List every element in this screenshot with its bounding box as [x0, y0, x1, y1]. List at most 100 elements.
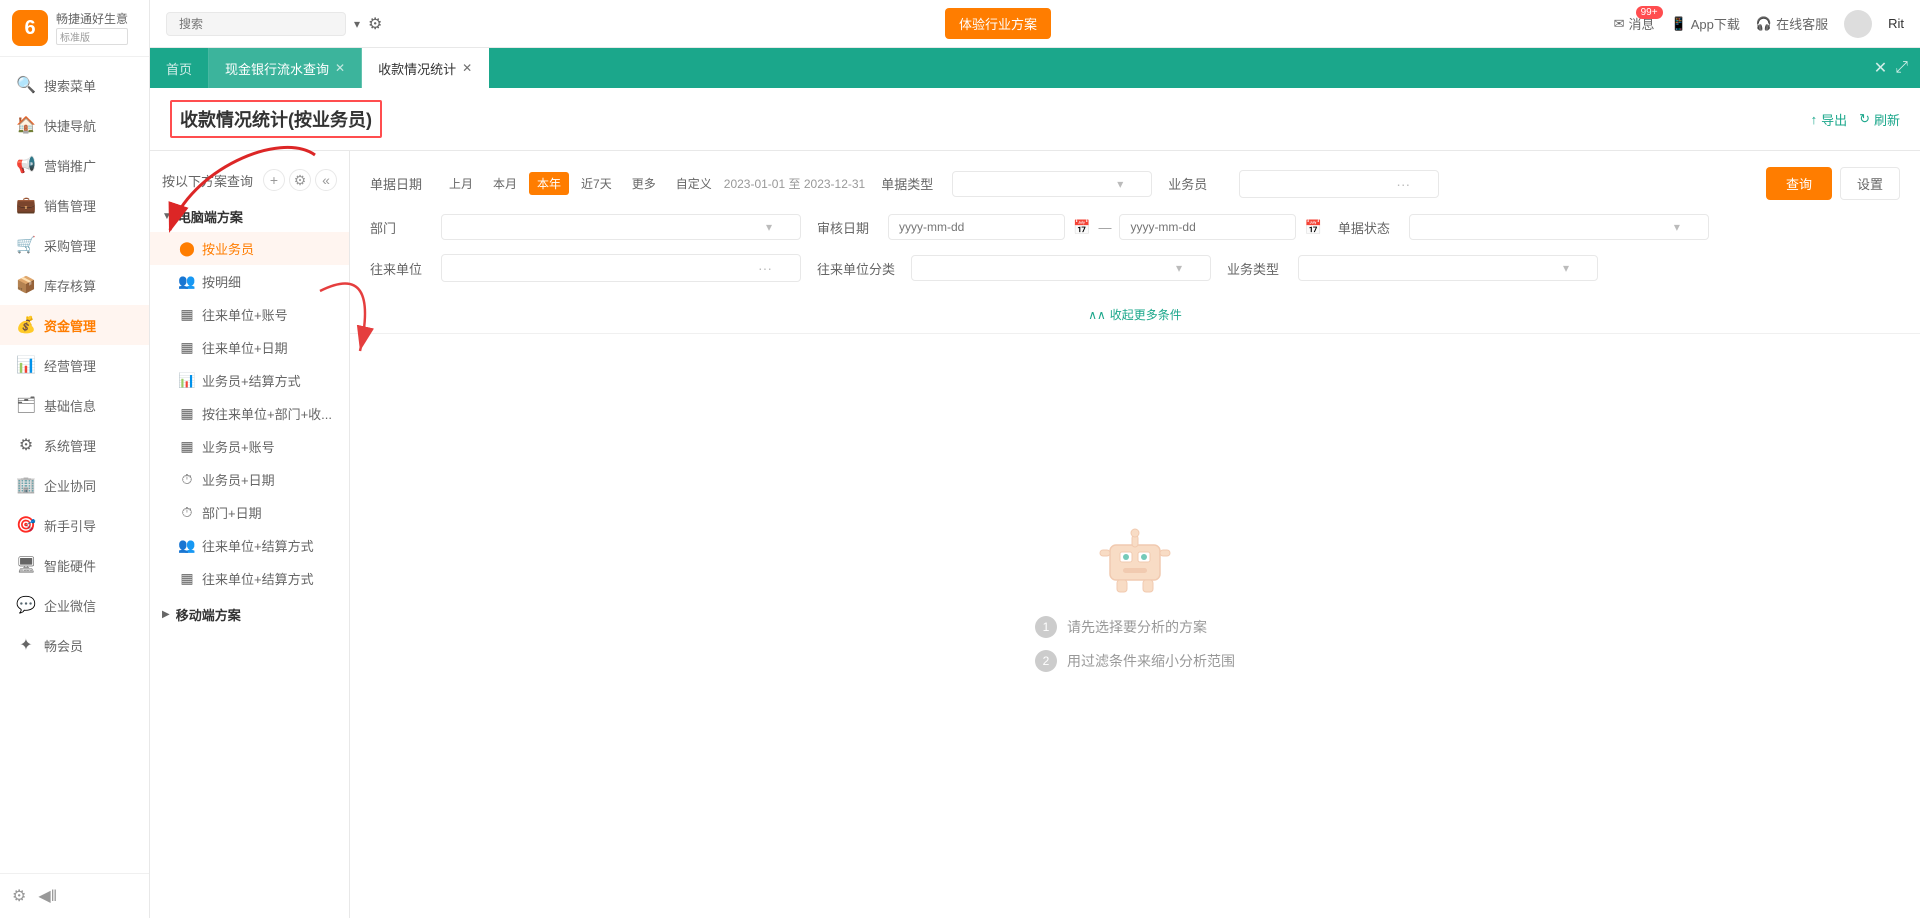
sidebar-item-member[interactable]: ✦ 畅会员 [0, 625, 149, 665]
mobile-group-name-label: 移动端方案 [176, 605, 241, 624]
sidebar-item-basic-info[interactable]: 🗂 基础信息 [0, 385, 149, 425]
desktop-scheme-group: ▼ 电脑端方案 ⬤ 按业务员 👥 按明细 ▦ [150, 201, 349, 595]
headset-icon: 🎧 [1756, 16, 1772, 32]
topbar-search-input[interactable] [166, 12, 346, 36]
doc-status-filter-label: 单据状态 [1338, 218, 1393, 237]
sidebar-item-hardware[interactable]: 🖥 智能硬件 [0, 545, 149, 585]
purchase-icon: 🛒 [16, 235, 36, 255]
filter-settings-button[interactable]: 设置 [1840, 167, 1900, 200]
online-service-item[interactable]: 🎧 在线客服 [1756, 14, 1828, 33]
tab-bank-flow-close-icon[interactable]: ✕ [335, 61, 345, 75]
scheme-item-salesman-date[interactable]: ⏱ 业务员+日期 [150, 463, 349, 496]
sidebar-item-search-menu[interactable]: 🔍 搜索菜单 [0, 65, 149, 105]
date-range-display: 2023-01-01 至 2023-12-31 [724, 175, 865, 192]
dept-select[interactable]: ▾ [441, 214, 801, 240]
review-date-end-input[interactable] [1119, 214, 1296, 240]
scheme-item-partner-date[interactable]: ▦ 往来单位+日期 [150, 331, 349, 364]
filter-row-2: 部门 ▾ 审核日期 📅 — 📅 [370, 214, 1900, 240]
sidebar-item-purchase[interactable]: 🛒 采购管理 [0, 225, 149, 265]
desktop-group-header[interactable]: ▼ 电脑端方案 [150, 201, 349, 232]
sidebar-item-wechat[interactable]: 💬 企业微信 [0, 585, 149, 625]
scheme-item-partner-account[interactable]: ▦ 往来单位+账号 [150, 298, 349, 331]
refresh-button[interactable]: ↻ 刷新 [1859, 110, 1900, 129]
salesman-account-icon: ▦ [178, 438, 196, 455]
business-type-chevron-icon: ▾ [1563, 261, 1569, 275]
date-btn-last-7-days[interactable]: 近7天 [573, 172, 620, 195]
sidebar-item-marketing[interactable]: 📢 营销推广 [0, 145, 149, 185]
sidebar-item-guide[interactable]: 🎯 新手引导 [0, 505, 149, 545]
review-date-start-calendar-icon[interactable]: 📅 [1073, 219, 1090, 236]
sidebar-item-finance[interactable]: 💰 资金管理 [0, 305, 149, 345]
collapse-more-conditions-button[interactable]: ∧∧ 收起更多条件 [370, 296, 1900, 333]
sidebar-item-system[interactable]: ⚙ 系统管理 [0, 425, 149, 465]
group-name-label: 电脑端方案 [178, 207, 243, 226]
date-btn-this-year[interactable]: 本年 [529, 172, 569, 195]
page-title: 收款情况统计(按业务员) [170, 100, 382, 138]
message-item[interactable]: ✉ 消息 99+ [1614, 14, 1655, 33]
salesman-select[interactable]: ··· [1239, 170, 1439, 198]
sidebar-item-label: 资金管理 [44, 316, 96, 335]
date-btn-custom[interactable]: 自定义 [668, 172, 720, 195]
sidebar-item-inventory[interactable]: 📦 库存核算 [0, 265, 149, 305]
app-download-item[interactable]: 📱 App下载 [1671, 14, 1740, 33]
hint-item-1: 1 请先选择要分析的方案 [1035, 616, 1235, 638]
sidebar-item-label: 采购管理 [44, 236, 96, 255]
topbar-dropdown-icon[interactable]: ▾ [354, 17, 360, 31]
scheme-item-salesman-payment[interactable]: 📊 业务员+结算方式 [150, 364, 349, 397]
empty-hints: 1 请先选择要分析的方案 2 用过滤条件来缩小分析范围 [1035, 616, 1235, 672]
sidebar-item-label: 营销推广 [44, 156, 96, 175]
topbar-settings-icon[interactable]: ⚙ [368, 14, 382, 34]
scheme-item-salesman-account[interactable]: ▦ 业务员+账号 [150, 430, 349, 463]
date-btn-this-month[interactable]: 本月 [485, 172, 525, 195]
mobile-group-header[interactable]: ▶ 移动端方案 [150, 599, 349, 630]
sidebar-item-enterprise[interactable]: 🏢 企业协同 [0, 465, 149, 505]
scheme-item-partner-payment1[interactable]: 👥 往来单位+结算方式 [150, 529, 349, 562]
export-button[interactable]: ↑ 导出 [1811, 110, 1848, 129]
business-type-select[interactable]: ▾ [1298, 255, 1598, 281]
scheme-item-partner-dept-collect[interactable]: ▦ 按往来单位+部门+收... [150, 397, 349, 430]
tab-collection-stats-close-icon[interactable]: ✕ [462, 61, 472, 75]
online-service-label: 在线客服 [1776, 14, 1828, 33]
partner-select[interactable]: ··· [441, 254, 801, 282]
inventory-icon: 📦 [16, 275, 36, 295]
tabbar-close-all-icon[interactable]: ✕ [1874, 58, 1887, 78]
date-btn-last-month[interactable]: 上月 [441, 172, 481, 195]
partner-account-icon: ▦ [178, 306, 196, 323]
tab-home[interactable]: 首页 [150, 48, 209, 88]
scheme-item-partner-payment2[interactable]: ▦ 往来单位+结算方式 [150, 562, 349, 595]
date-btn-more[interactable]: 更多 [624, 172, 664, 195]
scheme-item-label: 业务员+结算方式 [202, 371, 301, 390]
collapse-sidebar-icon[interactable]: ◀‖ [38, 886, 57, 906]
scheme-item-by-salesman[interactable]: ⬤ 按业务员 [150, 232, 349, 265]
logo-icon: 6 [12, 10, 48, 46]
scheme-item-by-detail[interactable]: 👥 按明细 [150, 265, 349, 298]
user-avatar[interactable] [1844, 10, 1872, 38]
tab-home-label: 首页 [166, 59, 192, 78]
doc-status-select[interactable]: ▾ [1409, 214, 1709, 240]
collapse-panel-button[interactable]: « [315, 169, 337, 191]
system-icon: ⚙ [16, 435, 36, 455]
salesman-date-icon: ⏱ [178, 471, 196, 488]
add-scheme-button[interactable]: + [263, 169, 285, 191]
tabbar-expand-icon[interactable]: ⤢ [1895, 59, 1908, 77]
doc-type-select[interactable]: ▾ [952, 171, 1152, 197]
sidebar-item-label: 企业协同 [44, 476, 96, 495]
hint-text-1: 请先选择要分析的方案 [1067, 617, 1207, 637]
tab-bank-flow[interactable]: 现金银行流水查询 ✕ [209, 48, 362, 88]
tab-collection-stats[interactable]: 收款情况统计 ✕ [362, 48, 489, 88]
scheme-settings-button[interactable]: ⚙ [289, 169, 311, 191]
sidebar-item-label: 搜索菜单 [44, 76, 96, 95]
sidebar-item-operations[interactable]: 📊 经营管理 [0, 345, 149, 385]
sidebar-item-quick-nav[interactable]: 🏠 快捷导航 [0, 105, 149, 145]
date-separator: — [1098, 220, 1111, 235]
page-header: 收款情况统计(按业务员) ↑ 导出 ↻ 刷新 [150, 88, 1920, 151]
query-button[interactable]: 查询 [1766, 167, 1832, 200]
sidebar-item-sales[interactable]: 💼 销售管理 [0, 185, 149, 225]
settings-bottom-icon[interactable]: ⚙ [12, 886, 26, 906]
partner-category-chevron-icon: ▾ [1176, 261, 1182, 275]
partner-category-select[interactable]: ▾ [911, 255, 1211, 281]
review-date-start-input[interactable] [888, 214, 1065, 240]
review-date-end-calendar-icon[interactable]: 📅 [1304, 219, 1321, 236]
scheme-item-dept-date[interactable]: ⏱ 部门+日期 [150, 496, 349, 529]
trial-button[interactable]: 体验行业方案 [945, 8, 1051, 39]
